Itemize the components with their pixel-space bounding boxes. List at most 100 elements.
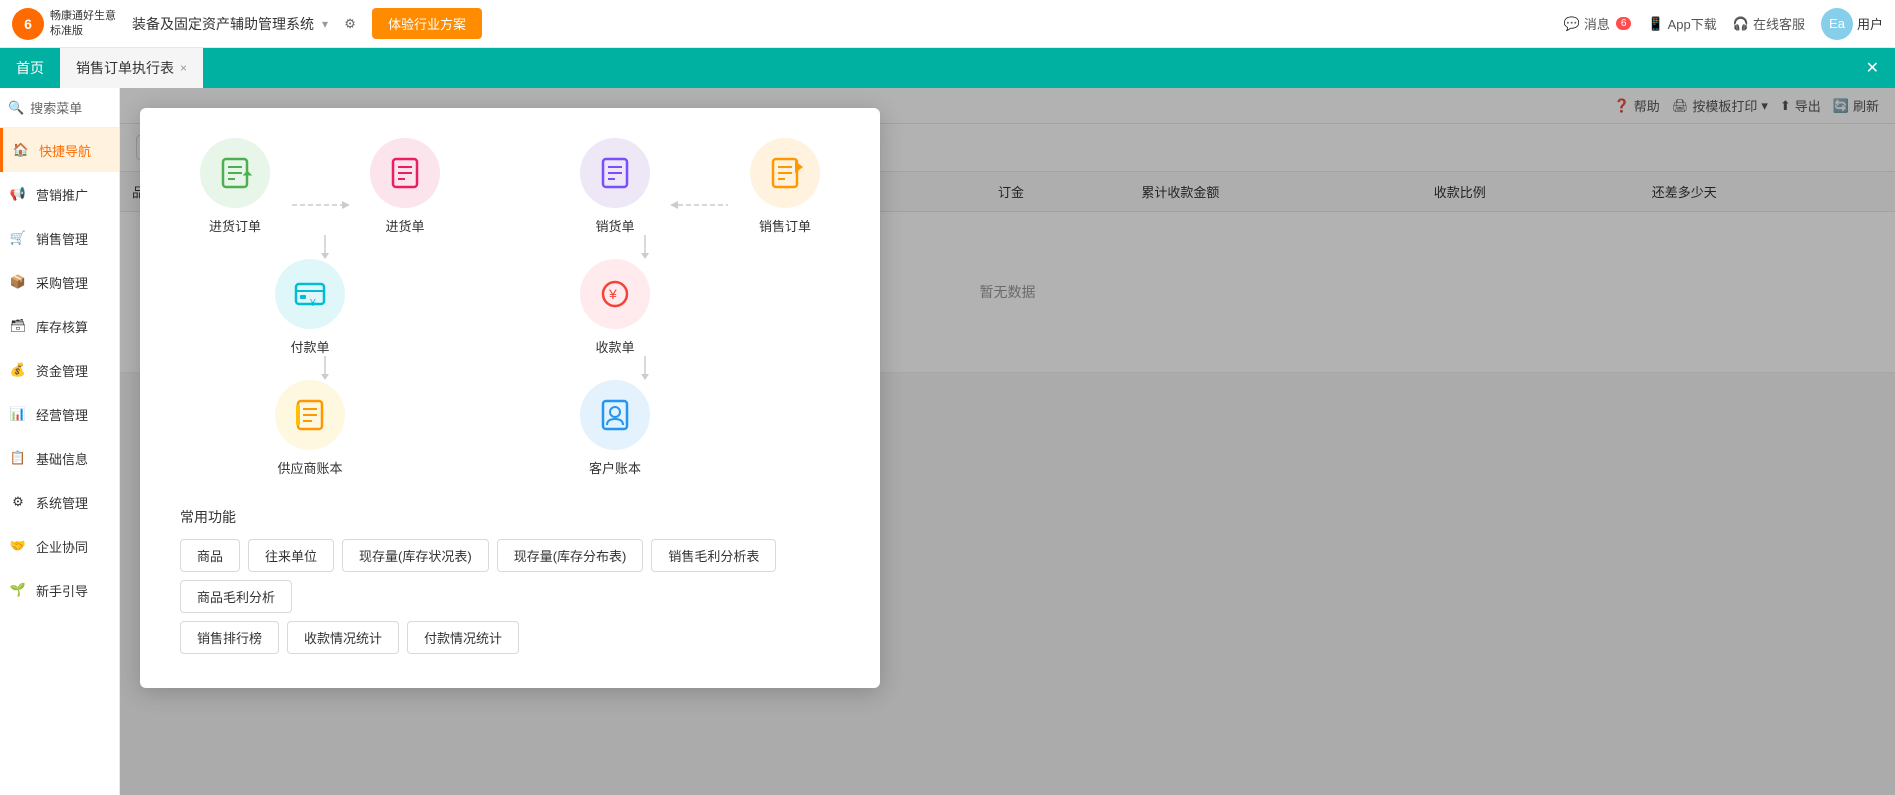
sidebar-item-finance[interactable]: 💰 资金管理	[0, 348, 119, 392]
flow-node-purchase-bill[interactable]: 进货单	[370, 138, 440, 235]
system-icon: ⚙	[8, 492, 28, 512]
search-menu-button[interactable]: 🔍 搜索菜单	[0, 88, 119, 128]
system-title: 装备及固定资产辅助管理系统	[132, 14, 314, 34]
cf-btn-sales-ranking[interactable]: 销售排行榜	[180, 621, 279, 654]
flow-node-payment-bill[interactable]: ¥ 付款单	[275, 259, 345, 356]
flow-node-sales-order[interactable]: 销售订单	[750, 138, 820, 235]
logo-text: 畅康通好生意 标准版	[50, 9, 116, 38]
search-icon: 🔍	[8, 100, 24, 116]
nav-tabs: 首页 销售订单执行表 × ✕	[0, 48, 1895, 88]
finance-icon: 💰	[8, 360, 28, 380]
sidebar-item-newbie[interactable]: 🌱 新手引导	[0, 568, 119, 612]
modal-content: 进货订单 进货单	[140, 108, 880, 688]
sidebar-item-inventory[interactable]: 🗃 库存核算	[0, 304, 119, 348]
common-functions-section: 常用功能 商品 往来单位 现存量(库存状况表) 现存量(库存分布表) 销售毛利分…	[180, 507, 840, 654]
arrow-down-receipt	[610, 356, 680, 380]
cf-btn-counterpart[interactable]: 往来单位	[248, 539, 334, 572]
dropdown-arrow-icon[interactable]: ▾	[322, 17, 328, 31]
sidebar-item-sales[interactable]: 🛒 销售管理	[0, 216, 119, 260]
svg-text:¥: ¥	[608, 286, 617, 302]
supplier-ledger-label: 供应商账本	[277, 458, 342, 477]
payment-bill-icon: ¥	[275, 259, 345, 329]
purchase-icon: 📦	[8, 272, 28, 292]
flow-row-5: 供应商账本 客户账本	[180, 380, 840, 477]
flow-row-3: ¥ 付款单 ¥ 收款单	[180, 259, 840, 356]
flow-node-receipt-bill[interactable]: ¥ 收款单	[580, 259, 650, 356]
sidebar: 🔍 搜索菜单 🏠 快捷导航 📢 营销推广 🛒 销售管理 📦 采购管理 🗃 库存核…	[0, 88, 120, 795]
flow-modal: 进货订单 进货单	[140, 108, 880, 688]
sidebar-item-operations[interactable]: 📊 经营管理	[0, 392, 119, 436]
top-header: 6 畅康通好生意 标准版 装备及固定资产辅助管理系统 ▾ ⚙ 体验行业方案 💬 …	[0, 0, 1895, 48]
tab-home[interactable]: 首页	[0, 48, 60, 88]
cf-btn-product-gross-analysis[interactable]: 商品毛利分析	[180, 580, 292, 613]
user-area[interactable]: Ea 用户	[1821, 8, 1883, 40]
modal-overlay: 进货订单 进货单	[120, 88, 1895, 795]
message-button[interactable]: 💬 消息 6	[1564, 14, 1632, 33]
marketing-icon: 📢	[8, 184, 28, 204]
flow-node-supplier-ledger[interactable]: 供应商账本	[275, 380, 345, 477]
cf-buttons-row1: 商品 往来单位 现存量(库存状况表) 现存量(库存分布表) 销售毛利分析表 商品…	[180, 539, 840, 613]
header-right: 💬 消息 6 📱 App下载 🎧 在线客服 Ea 用户	[1564, 8, 1883, 40]
sidebar-item-system[interactable]: ⚙ 系统管理	[0, 480, 119, 524]
main-layout: 🔍 搜索菜单 🏠 快捷导航 📢 营销推广 🛒 销售管理 📦 采购管理 🗃 库存核…	[0, 88, 1895, 795]
flow-node-purchase-order[interactable]: 进货订单	[200, 138, 270, 235]
cf-btn-sales-gross-analysis[interactable]: 销售毛利分析表	[651, 539, 776, 572]
flow-row-1: 进货订单 进货单	[180, 138, 840, 235]
settings-icon[interactable]: ⚙	[336, 10, 364, 38]
supplier-ledger-icon	[275, 380, 345, 450]
customer-ledger-label: 客户账本	[589, 458, 641, 477]
arrow-purchase-to-bill	[290, 197, 350, 213]
tab-close-icon[interactable]: ×	[180, 61, 187, 75]
content-area: ❓ 帮助 🖨 按模板打印 ▾ ⬆ 导出 🔄 刷新 📅 单据状态	[120, 88, 1895, 795]
cf-btn-current-stock-dist[interactable]: 现存量(库存分布表)	[497, 539, 644, 572]
window-close-icon[interactable]: ✕	[1866, 60, 1879, 77]
purchase-bill-icon	[370, 138, 440, 208]
newbie-icon: 🌱	[8, 580, 28, 600]
purchase-bill-label: 进货单	[385, 216, 424, 235]
inventory-icon: 🗃	[8, 316, 28, 336]
user-avatar: Ea	[1821, 8, 1853, 40]
tab-sales-order-execution[interactable]: 销售订单执行表 ×	[60, 48, 203, 88]
app-download-button[interactable]: 📱 App下载	[1647, 14, 1716, 33]
logo-area: 6 畅康通好生意 标准版	[12, 8, 132, 40]
svg-text:¥: ¥	[309, 298, 316, 309]
common-functions-title: 常用功能	[180, 507, 840, 527]
sidebar-item-quick-nav[interactable]: 🏠 快捷导航	[0, 128, 119, 172]
user-name: 用户	[1857, 14, 1883, 33]
arrow-down-sales	[610, 235, 680, 259]
cf-btn-product[interactable]: 商品	[180, 539, 240, 572]
system-title-area: 装备及固定资产辅助管理系统 ▾ ⚙ 体验行业方案	[132, 8, 1564, 39]
flow-node-sales-bill[interactable]: 销货单	[580, 138, 650, 235]
flow-node-customer-ledger[interactable]: 客户账本	[580, 380, 650, 477]
arrow-sales-order-to-bill	[670, 197, 730, 213]
message-icon: 💬	[1564, 16, 1580, 32]
payment-bill-label: 付款单	[290, 337, 329, 356]
sidebar-item-purchase[interactable]: 📦 采购管理	[0, 260, 119, 304]
operations-icon: 📊	[8, 404, 28, 424]
customer-ledger-icon	[580, 380, 650, 450]
receipt-bill-label: 收款单	[595, 337, 634, 356]
enterprise-icon: 🤝	[8, 536, 28, 556]
sidebar-item-basic-info[interactable]: 📋 基础信息	[0, 436, 119, 480]
online-service-button[interactable]: 🎧 在线客服	[1733, 14, 1805, 33]
purchase-order-label: 进货订单	[209, 216, 261, 235]
sales-bill-label: 销货单	[595, 216, 634, 235]
sidebar-item-enterprise[interactable]: 🤝 企业协同	[0, 524, 119, 568]
flow-row-4	[180, 356, 840, 380]
trial-button[interactable]: 体验行业方案	[372, 8, 482, 39]
cf-btn-payment-stats[interactable]: 付款情况统计	[407, 621, 519, 654]
headset-icon: 🎧	[1733, 16, 1749, 32]
sales-bill-icon	[580, 138, 650, 208]
sidebar-item-marketing[interactable]: 📢 营销推广	[0, 172, 119, 216]
basicinfo-icon: 📋	[8, 448, 28, 468]
cf-buttons-row2: 销售排行榜 收款情况统计 付款情况统计	[180, 621, 840, 654]
sales-icon: 🛒	[8, 228, 28, 248]
message-badge: 6	[1616, 17, 1632, 30]
flow-row-2	[180, 235, 840, 259]
arrow-down-purchase	[290, 235, 360, 259]
logo-icon: 6	[12, 8, 44, 40]
arrow-down-payment	[290, 356, 360, 380]
cf-btn-current-stock-status[interactable]: 现存量(库存状况表)	[342, 539, 489, 572]
mobile-icon: 📱	[1647, 16, 1663, 32]
cf-btn-receipt-stats[interactable]: 收款情况统计	[287, 621, 399, 654]
